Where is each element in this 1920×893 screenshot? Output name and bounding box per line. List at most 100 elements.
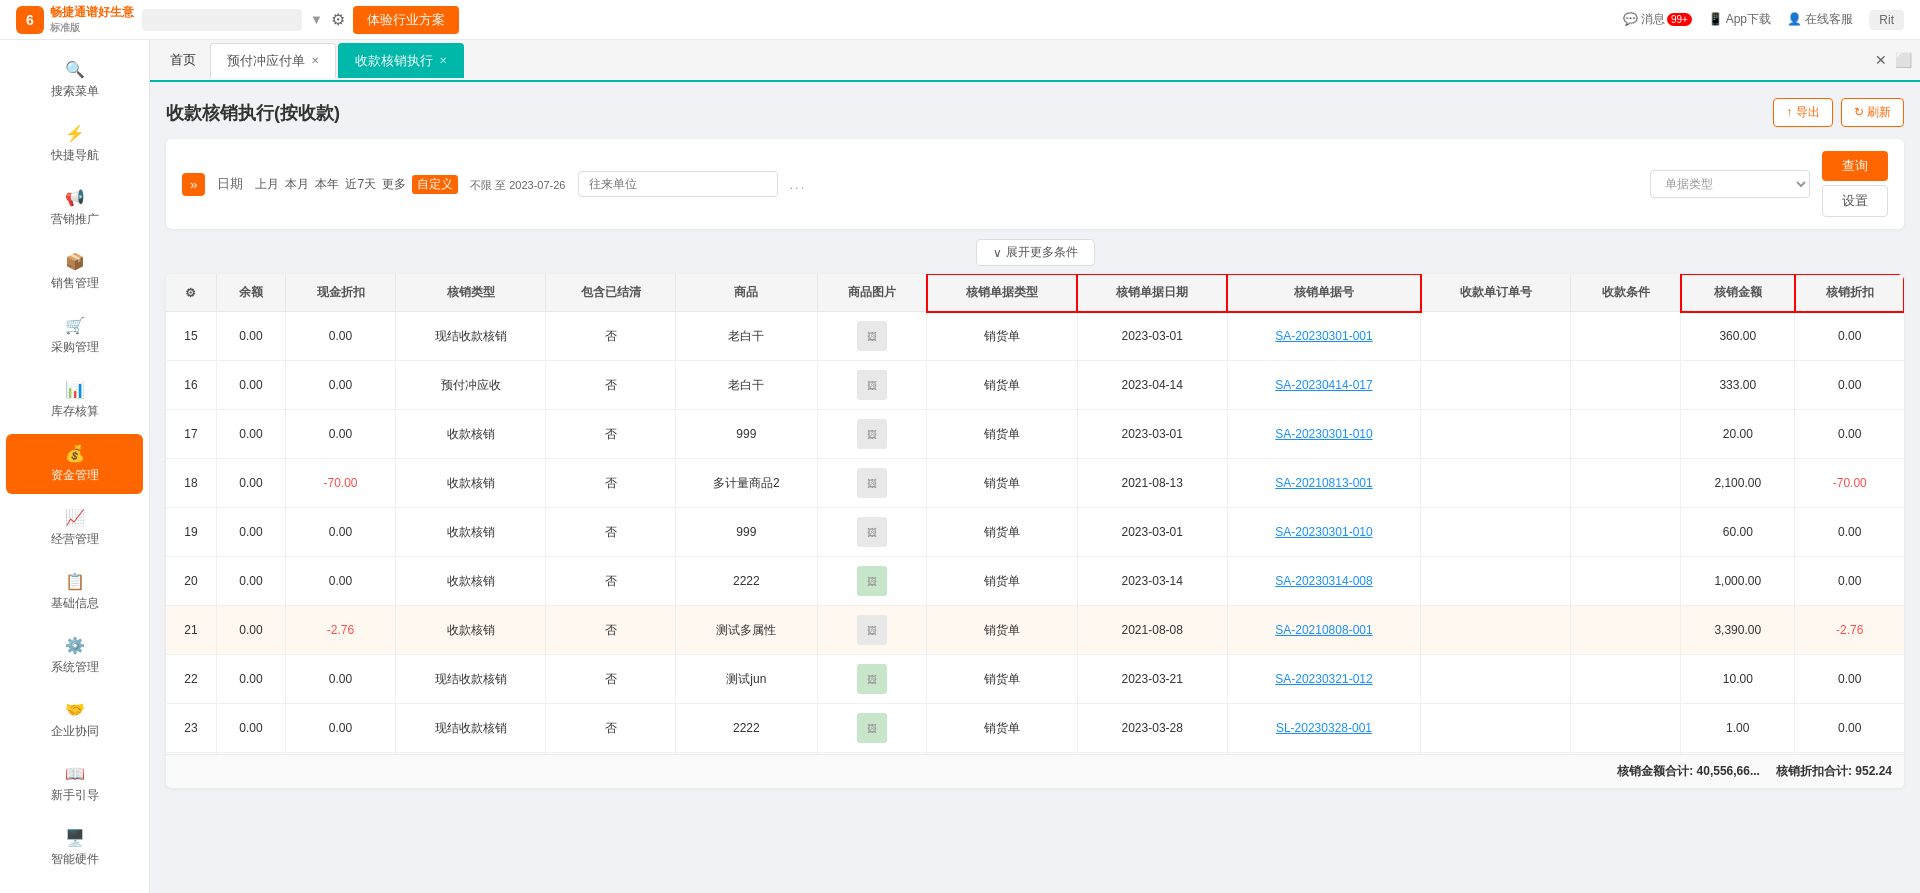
system-icon: ⚙️ [65, 636, 85, 655]
row-voucher-no[interactable]: SA-20210808-001 [1227, 606, 1420, 655]
date-option-7days[interactable]: 近7天 [345, 176, 376, 193]
sidebar-item-system[interactable]: ⚙️ 系统管理 [6, 626, 143, 686]
table-scroll-area[interactable]: ⚙ 余额 现金折扣 核销类型 包含已结清 商品 商品图片 核销单据类型 核销单据… [166, 274, 1904, 754]
row-voucher-no[interactable]: SA-20210813-001 [1227, 459, 1420, 508]
date-option-custom[interactable]: 自定义 [412, 175, 458, 194]
row-id: 23 [166, 704, 216, 753]
row-id: 19 [166, 508, 216, 557]
row-receipt-order-no [1421, 312, 1571, 361]
row-voucher-type: 销货单 [927, 704, 1077, 753]
counterparty-input[interactable] [578, 171, 778, 197]
dropdown-arrow-icon[interactable]: ▼ [310, 12, 323, 27]
tab-prepayment[interactable]: 预付冲应付单 ✕ [210, 43, 336, 78]
row-voucher-no[interactable]: SA-20230301-010 [1227, 410, 1420, 459]
row-voucher-type: 销货单 [927, 312, 1077, 361]
row-cash-discount: 0.00 [286, 410, 396, 459]
sidebar-item-operations[interactable]: 📈 经营管理 [6, 498, 143, 558]
sidebar-item-search[interactable]: 🔍 搜索菜单 [6, 50, 143, 110]
maximize-window-icon[interactable]: ⬜ [1895, 52, 1912, 68]
tab-writeoff[interactable]: 收款核销执行 ✕ [338, 43, 464, 78]
row-receipt-condition [1571, 704, 1681, 753]
export-button[interactable]: ↑ 导出 [1773, 98, 1832, 127]
sidebar-item-wechat[interactable]: 💬 企业微信 [6, 882, 143, 893]
row-writeoff-type: 收款核销 [395, 606, 545, 655]
row-include-settled: 否 [546, 655, 676, 704]
row-receipt-condition [1571, 557, 1681, 606]
row-writeoff-discount: 0.00 [1795, 704, 1904, 753]
sidebar-item-purchase[interactable]: 🛒 采购管理 [6, 306, 143, 366]
row-writeoff-amount: 333.00 [1681, 361, 1795, 410]
tab-home[interactable]: 首页 [158, 43, 208, 77]
row-voucher-date: 2023-03-01 [1077, 410, 1227, 459]
row-balance: 0.00 [216, 704, 285, 753]
row-voucher-no[interactable]: SA-20230301-010 [1227, 508, 1420, 557]
settings-icon[interactable]: ⚙ [331, 10, 345, 29]
row-voucher-no[interactable]: SA-20230414-017 [1227, 361, 1420, 410]
sidebar-item-sales[interactable]: 📦 销售管理 [6, 242, 143, 302]
query-button[interactable]: 查询 [1822, 151, 1888, 181]
search-input[interactable] [142, 9, 302, 31]
row-balance: 0.00 [216, 410, 285, 459]
sidebar-item-inventory[interactable]: 📊 库存核算 [6, 370, 143, 430]
row-voucher-no[interactable]: SA-20230321-012 [1227, 655, 1420, 704]
table-row: 22 0.00 0.00 现结收款核销 否 测试jun 🖼 销货单 2023-0… [166, 655, 1904, 704]
row-writeoff-amount: 2,100.00 [1681, 459, 1795, 508]
app-download-link[interactable]: 📱 App下载 [1708, 11, 1771, 28]
row-balance: 0.00 [216, 606, 285, 655]
row-balance: 0.00 [216, 459, 285, 508]
settings-button[interactable]: 设置 [1822, 185, 1888, 217]
solution-button[interactable]: 体验行业方案 [353, 6, 459, 34]
row-balance: 0.00 [216, 312, 285, 361]
row-receipt-condition [1571, 655, 1681, 704]
row-voucher-no[interactable]: SA-20230314-008 [1227, 557, 1420, 606]
row-receipt-order-no [1421, 557, 1571, 606]
product-image: 🖼 [857, 615, 887, 645]
tab-window-actions: ✕ ⬜ [1875, 52, 1912, 68]
row-product-image: 🖼 [817, 459, 927, 508]
table-row: 19 0.00 0.00 收款核销 否 999 🖼 销货单 2023-03-01… [166, 508, 1904, 557]
date-option-this-year[interactable]: 本年 [315, 176, 339, 193]
col-receipt-condition: 收款条件 [1571, 274, 1681, 312]
close-tab-writeoff-icon[interactable]: ✕ [439, 55, 447, 66]
sidebar-item-basicinfo[interactable]: 📋 基础信息 [6, 562, 143, 622]
top-bar: 6 畅捷通谱好生意 标准版 ▼ ⚙ 体验行业方案 💬 消息99+ 📱 App下载… [0, 0, 1920, 40]
online-service-link[interactable]: 👤 在线客服 [1787, 11, 1853, 28]
expand-more-button[interactable]: ∨ 展开更多条件 [976, 239, 1095, 266]
voucher-type-select[interactable]: 单据类型 [1650, 170, 1810, 198]
expand-more-bar: ∨ 展开更多条件 [166, 239, 1904, 266]
row-writeoff-amount: 10.00 [1681, 655, 1795, 704]
sidebar-item-enterprise[interactable]: 🤝 企业协同 [6, 690, 143, 750]
notification-area[interactable]: 💬 消息99+ [1623, 11, 1692, 28]
date-option-last-month[interactable]: 上月 [255, 176, 279, 193]
table-row: 18 0.00 -70.00 收款核销 否 多计量商品2 🖼 销货单 2021-… [166, 459, 1904, 508]
sidebar-item-marketing[interactable]: 📢 营销推广 [6, 178, 143, 238]
row-balance: 0.00 [216, 361, 285, 410]
row-writeoff-discount: 0.00 [1795, 655, 1904, 704]
date-option-more[interactable]: 更多 [382, 176, 406, 193]
col-settings[interactable]: ⚙ [166, 274, 216, 312]
sidebar-item-finance[interactable]: 💰 资金管理 [6, 434, 143, 494]
row-receipt-condition [1571, 410, 1681, 459]
row-voucher-type: 销货单 [927, 361, 1077, 410]
user-label[interactable]: Rit [1869, 10, 1904, 30]
row-voucher-no[interactable]: SL-20230328-001 [1227, 704, 1420, 753]
close-window-icon[interactable]: ✕ [1875, 52, 1887, 68]
notification-badge: 99+ [1667, 13, 1692, 26]
sidebar-item-quicknav[interactable]: ⚡ 快捷导航 [6, 114, 143, 174]
row-voucher-type: 销货单 [927, 606, 1077, 655]
main-area: 首页 预付冲应付单 ✕ 收款核销执行 ✕ ✕ ⬜ 收款核销执行(按收款) [150, 40, 1920, 893]
sales-icon: 📦 [65, 252, 85, 271]
close-tab-prepayment-icon[interactable]: ✕ [311, 55, 319, 66]
filter-expand-button[interactable]: » [182, 173, 205, 196]
refresh-button[interactable]: ↻ 刷新 [1841, 98, 1904, 127]
row-writeoff-amount: 1,000.00 [1681, 557, 1795, 606]
sidebar-item-hardware[interactable]: 🖥️ 智能硬件 [6, 818, 143, 878]
brand-name-text: 畅捷通谱好生意 标准版 [50, 4, 134, 35]
row-voucher-no[interactable]: SA-20230301-001 [1227, 312, 1420, 361]
row-cash-discount: 0.00 [286, 312, 396, 361]
sidebar-item-guide[interactable]: 📖 新手引导 [6, 754, 143, 814]
date-option-this-month[interactable]: 本月 [285, 176, 309, 193]
row-include-settled: 否 [546, 459, 676, 508]
col-voucher-no: 核销单据号 [1227, 274, 1420, 312]
row-id: 21 [166, 606, 216, 655]
